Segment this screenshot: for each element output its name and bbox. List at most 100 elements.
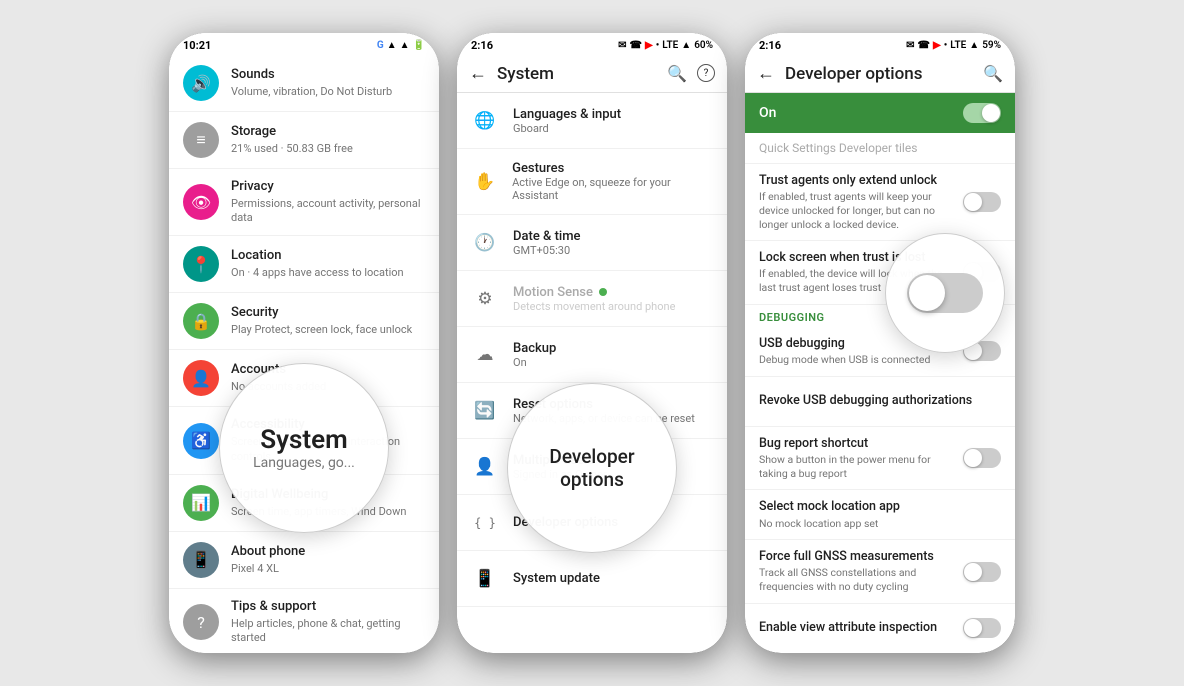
privacy-icon: 👁	[183, 184, 219, 220]
list-item[interactable]: ✋ Gestures Active Edge on, squeeze for y…	[457, 149, 727, 215]
call-icon: ☎	[630, 40, 642, 51]
mock-title: Select mock location app	[759, 499, 1001, 515]
dev-options-title: Developer options	[785, 64, 983, 84]
battery-icon: 🔋	[413, 40, 425, 51]
item-title: Tips & support	[231, 599, 425, 616]
item-sub: Volume, vibration, Do Not Disturb	[231, 85, 425, 99]
dev-on-toggle[interactable]	[963, 103, 1001, 123]
phone-2-screen: 2:16 ✉ ☎ ▶ • LTE ▲ 60% ← System 🔍 ?	[457, 33, 727, 653]
list-item[interactable]: ? Tips & support Help articles, phone & …	[169, 589, 439, 653]
datetime-icon: 🕐	[471, 233, 499, 253]
list-item[interactable]: 🔒 Security Play Protect, screen lock, fa…	[169, 293, 439, 350]
battery-icon3: 59%	[982, 40, 1001, 51]
trust-agents-toggle[interactable]	[963, 192, 1001, 212]
status-bar-2: 2:16 ✉ ☎ ▶ • LTE ▲ 60%	[457, 33, 727, 55]
phone-3-screen: 2:16 ✉ ☎ ▶ • LTE ▲ 59% ← Developer optio…	[745, 33, 1015, 653]
back-button-2[interactable]: ←	[469, 63, 487, 84]
revoke-title: Revoke USB debugging authorizations	[759, 393, 1001, 409]
sys-sub: GMT+05:30	[513, 244, 581, 257]
gnss-toggle[interactable]	[963, 562, 1001, 582]
settings-list: 🔊 Sounds Volume, vibration, Do Not Distu…	[169, 55, 439, 653]
phone-1: 10:21 G ▲ ▲ 🔋 🔊 Sounds Volume, vibration…	[169, 33, 439, 653]
dev-on-bar: On	[745, 93, 1015, 133]
gestures-icon: ✋	[471, 172, 498, 192]
wifi-icon: ▲	[400, 40, 410, 51]
search-button-2[interactable]: 🔍	[667, 64, 687, 83]
gnss-title: Force full GNSS measurements	[759, 549, 955, 565]
back-button-3[interactable]: ←	[757, 63, 775, 84]
list-item[interactable]: ≡ Storage 21% used · 50.83 GB free	[169, 112, 439, 169]
mock-location-item[interactable]: Select mock location app No mock locatio…	[745, 490, 1015, 540]
status-bar-3: 2:16 ✉ ☎ ▶ • LTE ▲ 59%	[745, 33, 1015, 55]
sys-sub: Detects movement around phone	[513, 300, 675, 313]
bug-report-toggle[interactable]	[963, 448, 1001, 468]
msg-icon: ✉	[618, 40, 626, 51]
sys-sub: On	[513, 356, 556, 369]
mock-sub: No mock location app set	[759, 517, 1001, 531]
tips-icon: ?	[183, 604, 219, 640]
phone-3: 2:16 ✉ ☎ ▶ • LTE ▲ 59% ← Developer optio…	[745, 33, 1015, 653]
about-icon: 📱	[183, 542, 219, 578]
bug-report-sub: Show a button in the power menu for taki…	[759, 453, 955, 480]
quick-settings-item[interactable]: Quick Settings Developer tiles	[745, 133, 1015, 164]
system-title: System	[497, 64, 667, 84]
item-sub: Pixel 4 XL	[231, 562, 425, 576]
dev-header: ← Developer options 🔍	[745, 55, 1015, 93]
item-title: Privacy	[231, 179, 425, 196]
gnss-item[interactable]: Force full GNSS measurements Track all G…	[745, 540, 1015, 604]
youtube-icon: ▶	[645, 40, 653, 51]
dev-item-sub: If enabled, trust agents will keep your …	[759, 190, 955, 231]
revoke-item[interactable]: Revoke USB debugging authorizations	[745, 377, 1015, 427]
phone-1-screen: 10:21 G ▲ ▲ 🔋 🔊 Sounds Volume, vibration…	[169, 33, 439, 653]
view-attr-title: Enable view attribute inspection	[759, 620, 955, 636]
item-sub: 21% used · 50.83 GB free	[231, 142, 425, 156]
dev-item-title: Trust agents only extend unlock	[759, 173, 955, 189]
item-sub: Permissions, account activity, personal …	[231, 197, 425, 226]
green-dot	[599, 288, 607, 296]
google-icon: G	[377, 40, 384, 51]
lte-icon3: LTE	[950, 40, 966, 51]
digital-wellbeing-icon: 📊	[183, 485, 219, 521]
view-attr-item[interactable]: Enable view attribute inspection	[745, 604, 1015, 653]
signal-icon3: ▲	[969, 40, 979, 51]
list-item[interactable]: ☁ Backup On	[457, 327, 727, 383]
bug-report-title: Bug report shortcut	[759, 436, 955, 452]
status-time-2: 2:16	[471, 39, 493, 52]
sys-sub: Gboard	[513, 122, 621, 135]
users-icon: 👤	[471, 457, 499, 477]
bug-report-item[interactable]: Bug report shortcut Show a button in the…	[745, 427, 1015, 491]
magnify-title: System	[260, 425, 347, 455]
item-title: About phone	[231, 544, 425, 561]
item-title: Storage	[231, 124, 425, 141]
list-item[interactable]: 🔊 Sounds Volume, vibration, Do Not Distu…	[169, 55, 439, 112]
usb-debug-sub: Debug mode when USB is connected	[759, 353, 955, 367]
search-button-3[interactable]: 🔍	[983, 64, 1003, 83]
call-icon3: ☎	[918, 40, 930, 51]
sys-title: System update	[513, 571, 600, 586]
sys-title: Gestures	[512, 161, 713, 176]
sys-title: Backup	[513, 341, 556, 356]
help-button-2[interactable]: ?	[697, 64, 715, 82]
view-attr-toggle[interactable]	[963, 618, 1001, 638]
magnify-title-2: Developer options	[508, 445, 676, 491]
status-icons-1: G ▲ ▲ 🔋	[377, 40, 425, 51]
list-item[interactable]: 🌐 Languages & input Gboard	[457, 93, 727, 149]
motion-icon: ⚙	[471, 289, 499, 309]
list-item[interactable]: 📍 Location On · 4 apps have access to lo…	[169, 236, 439, 293]
list-item[interactable]: 📱 System update	[457, 551, 727, 607]
system-header: ← System 🔍 ?	[457, 55, 727, 93]
dev-list-item[interactable]: Trust agents only extend unlock If enabl…	[745, 164, 1015, 241]
list-item[interactable]: ⚙ Motion Sense Detects movement around p…	[457, 271, 727, 327]
magnify-circle-system: System Languages, go...	[219, 363, 389, 533]
sys-sub: Active Edge on, squeeze for your Assista…	[512, 176, 713, 202]
status-time-1: 10:21	[183, 39, 211, 52]
list-item[interactable]: 📱 About phone Pixel 4 XL	[169, 532, 439, 589]
signal-icon2: ▲	[681, 40, 691, 51]
dot-icon3: •	[944, 40, 948, 51]
phone-2: 2:16 ✉ ☎ ▶ • LTE ▲ 60% ← System 🔍 ?	[457, 33, 727, 653]
gnss-sub: Track all GNSS constellations and freque…	[759, 566, 955, 593]
list-item[interactable]: 🕐 Date & time GMT+05:30	[457, 215, 727, 271]
msg-icon3: ✉	[906, 40, 914, 51]
list-item[interactable]: 👁 Privacy Permissions, account activity,…	[169, 169, 439, 236]
magnified-toggle[interactable]	[907, 273, 983, 313]
